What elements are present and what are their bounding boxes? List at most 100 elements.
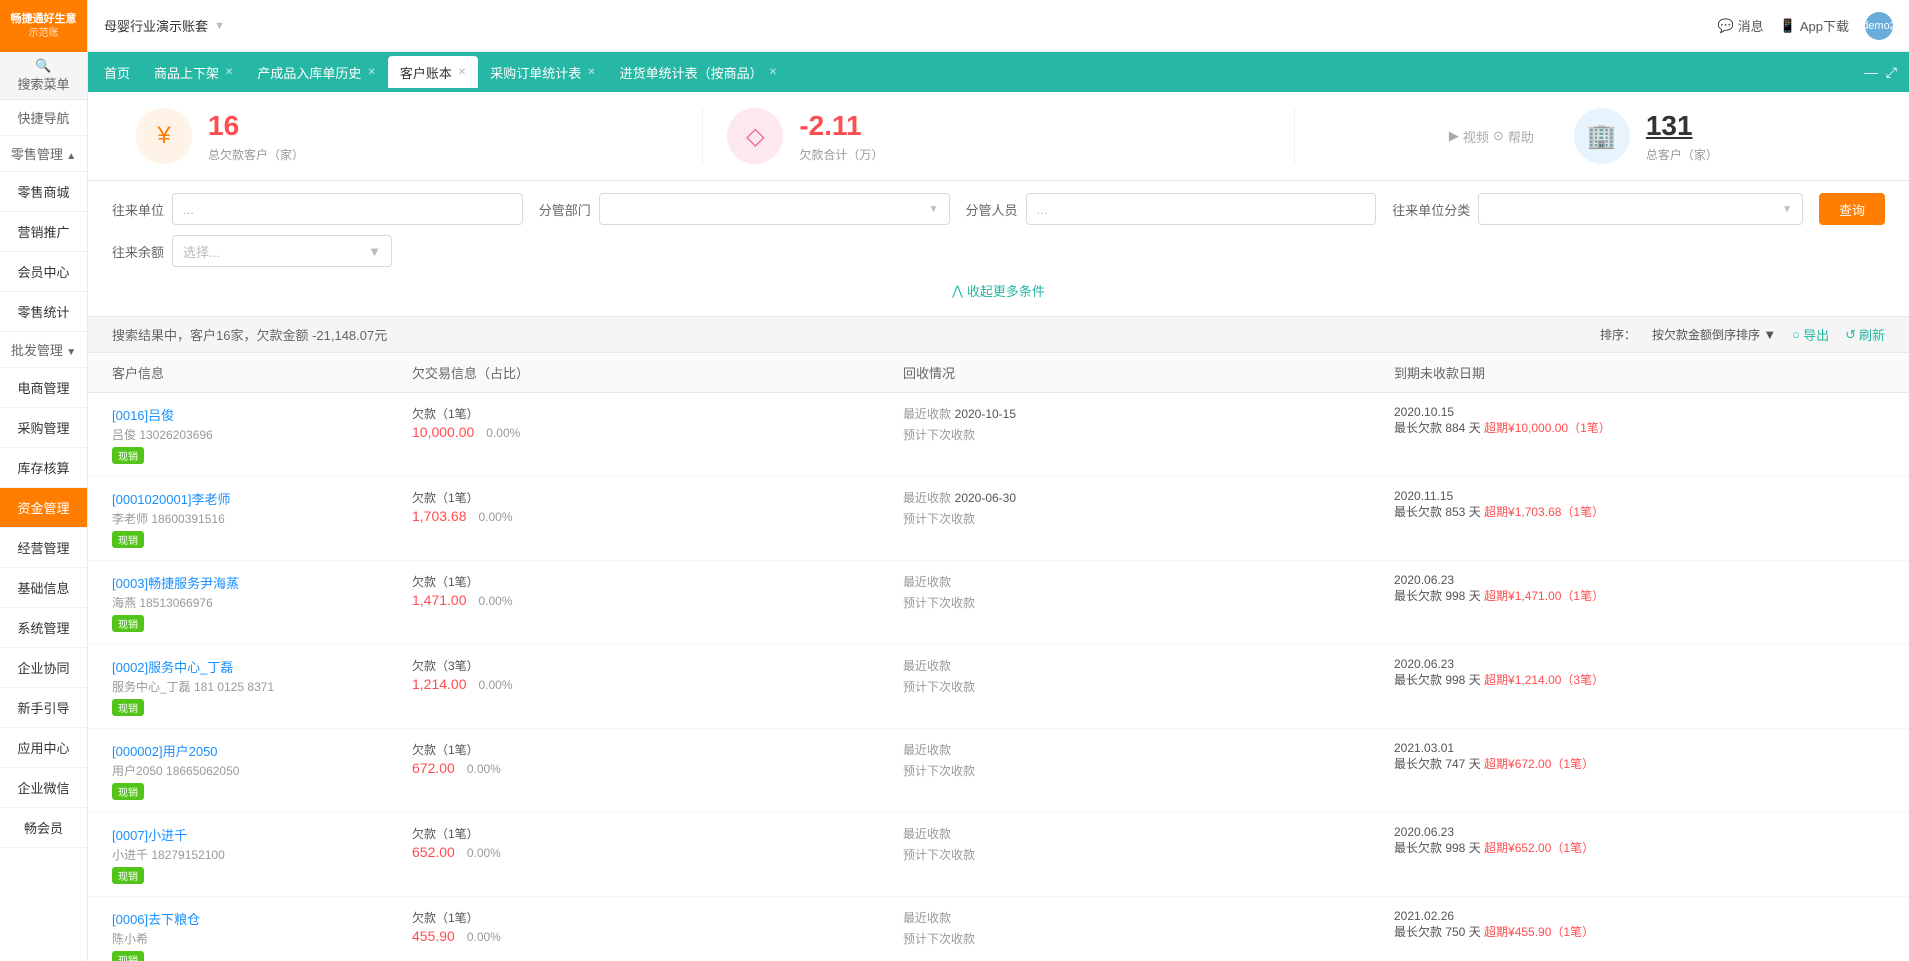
- overdue-amount[interactable]: 超期¥10,000.00（1笔）: [1484, 421, 1611, 435]
- sidebar-item-wholesale-mgmt[interactable]: 批发管理 ▼: [0, 332, 87, 368]
- help-icon[interactable]: ⊙: [1493, 128, 1504, 144]
- tab-customer-account[interactable]: 客户账本 ✕: [388, 56, 478, 88]
- customer-table: 客户信息 欠交易信息（占比） 回收情况 到期未收款日期 [0016]吕俊 吕俊 …: [88, 353, 1909, 961]
- avatar[interactable]: demo2: [1865, 12, 1893, 40]
- last-collect-row: 最近收款: [903, 909, 1394, 926]
- sidebar-item-app-center[interactable]: 应用中心: [0, 728, 87, 768]
- app-download-btn[interactable]: 📱 App下载: [1780, 16, 1849, 35]
- mobile-icon: 📱: [1780, 18, 1796, 34]
- sidebar-item-retail-mgmt[interactable]: 零售管理 ▲: [0, 136, 87, 172]
- tab-close-icon[interactable]: ✕: [769, 67, 777, 78]
- overdue-amount[interactable]: 超期¥1,703.68（1笔）: [1484, 505, 1604, 519]
- debt-row: 1,214.00 0.00%: [412, 674, 903, 692]
- video-icon[interactable]: ▶: [1449, 128, 1459, 144]
- table-row: [0002]服务中心_丁磊 服务中心_丁磊 181 0125 8371 现销 欠…: [88, 645, 1909, 729]
- sidebar-item-operations[interactable]: 经营管理: [0, 528, 87, 568]
- tab-close-icon[interactable]: ✕: [367, 67, 375, 78]
- debt-row: 1,471.00 0.00%: [412, 590, 903, 608]
- collapse-filter-btn[interactable]: ⋀ 收起更多条件: [112, 277, 1885, 304]
- sidebar-item-purchase-mgmt[interactable]: 采购管理: [0, 408, 87, 448]
- debt-percent: 0.00%: [467, 846, 501, 860]
- tab-incoming-stats[interactable]: 进货单统计表（按商品） ✕: [608, 56, 789, 88]
- tab-close-icon[interactable]: ✕: [225, 67, 233, 78]
- table-row: [0001020001]李老师 李老师 18600391516 现销 欠款（1笔…: [88, 477, 1909, 561]
- debt-percent: 0.00%: [467, 762, 501, 776]
- sidebar-item-guide[interactable]: 新手引导: [0, 688, 87, 728]
- due-date: 2020.10.15: [1394, 405, 1885, 419]
- tab-purchase-stats[interactable]: 采购订单统计表 ✕: [478, 56, 607, 88]
- filter-item-person: 分管人员 ...: [966, 193, 1377, 225]
- customer-name[interactable]: [0003]畅捷服务尹海蒸: [112, 573, 412, 592]
- refresh-btn[interactable]: ↺ 刷新: [1845, 325, 1885, 344]
- sidebar-item-quick-nav[interactable]: 快捷导航: [0, 100, 87, 136]
- sort-value[interactable]: 按欠款金额倒序排序 ▼: [1652, 326, 1776, 343]
- debt-amount: 10,000.00: [412, 424, 474, 440]
- sidebar-item-retail-stats[interactable]: 零售统计: [0, 292, 87, 332]
- debt-row: 652.00 0.00%: [412, 842, 903, 860]
- due-date: 2020.06.23: [1394, 573, 1885, 587]
- customer-contact: 陈小希: [112, 930, 412, 947]
- sidebar-item-weixin[interactable]: 企业微信: [0, 768, 87, 808]
- sidebar-item-search[interactable]: 🔍 搜索菜单: [0, 52, 87, 100]
- filter-input-person[interactable]: ...: [1026, 193, 1377, 225]
- debt-percent: 0.00%: [479, 678, 513, 692]
- customer-name[interactable]: [0016]吕俊: [112, 405, 412, 424]
- stat-help-icons: ▶ 视频 ⊙ 帮助: [1449, 127, 1534, 146]
- message-btn[interactable]: 💬 消息: [1717, 16, 1763, 35]
- sidebar-item-basic-info[interactable]: 基础信息: [0, 568, 87, 608]
- tab-close-icon[interactable]: ✕: [458, 67, 466, 78]
- overdue-amount[interactable]: 超期¥1,214.00（3笔）: [1484, 673, 1604, 687]
- company-selector[interactable]: 母婴行业演示账套 ▼: [104, 16, 225, 35]
- overdue-amount[interactable]: 超期¥1,471.00（1笔）: [1484, 589, 1604, 603]
- debt-label: 欠款（3笔）: [412, 657, 903, 674]
- sidebar-item-ecommerce[interactable]: 电商管理: [0, 368, 87, 408]
- sidebar-item-member2[interactable]: 畅会员: [0, 808, 87, 848]
- overdue-amount[interactable]: 超期¥455.90（1笔）: [1484, 925, 1594, 939]
- next-collect-label: 预计下次收款: [903, 678, 1394, 695]
- sidebar-item-member[interactable]: 会员中心: [0, 252, 87, 292]
- tab-maximize-btn[interactable]: ⤢: [1886, 64, 1897, 81]
- sidebar-item-inventory[interactable]: 库存核算: [0, 448, 87, 488]
- tab-product-onoff[interactable]: 商品上下架 ✕: [142, 56, 245, 88]
- sidebar-item-marketing[interactable]: 营销推广: [0, 212, 87, 252]
- customer-name[interactable]: [0006]去下粮仓: [112, 909, 412, 928]
- overdue-amount[interactable]: 超期¥672.00（1笔）: [1484, 757, 1594, 771]
- export-btn[interactable]: ○ 导出: [1792, 325, 1829, 344]
- tab-minimize-btn[interactable]: —: [1864, 64, 1878, 81]
- filter-input-dept[interactable]: ▼: [599, 193, 950, 225]
- overdue-amount[interactable]: 超期¥652.00（1笔）: [1484, 841, 1594, 855]
- sidebar-item-enterprise[interactable]: 企业协同: [0, 648, 87, 688]
- filter-item-balance: 往来余额 选择... ▼: [112, 235, 392, 267]
- due-date: 2021.03.01: [1394, 741, 1885, 755]
- debt-row: 672.00 0.00%: [412, 758, 903, 776]
- debt-info-cell: 欠款（1笔） 1,703.68 0.00%: [412, 489, 903, 524]
- debt-label: 欠款（1笔）: [412, 573, 903, 590]
- debt-amount: 1,214.00: [412, 676, 467, 692]
- col-header-customer: 客户信息: [112, 363, 412, 382]
- customer-contact: 吕俊 13026203696: [112, 426, 412, 443]
- customer-contact: 李老师 18600391516: [112, 510, 412, 527]
- tab-bar: 首页 商品上下架 ✕ 产成品入库单历史 ✕ 客户账本 ✕ 采购订单统计表 ✕ 进…: [88, 52, 1909, 92]
- chevron-down-icon: ▼: [1763, 327, 1776, 342]
- tab-product-history[interactable]: 产成品入库单历史 ✕: [245, 56, 387, 88]
- collect-info-cell: 最近收款 2020-10-15 预计下次收款: [903, 405, 1394, 443]
- query-button[interactable]: 查询: [1819, 193, 1885, 225]
- customer-name[interactable]: [000002]用户2050: [112, 741, 412, 760]
- filter-select-balance[interactable]: 选择... ▼: [172, 235, 392, 267]
- sidebar-item-system[interactable]: 系统管理: [0, 608, 87, 648]
- filter-input-unit[interactable]: ...: [172, 193, 523, 225]
- tab-home[interactable]: 首页: [92, 56, 142, 88]
- tab-close-icon[interactable]: ✕: [587, 67, 595, 78]
- customer-name[interactable]: [0002]服务中心_丁磊: [112, 657, 412, 676]
- logo-subtext: 示范账: [11, 27, 77, 40]
- next-collect-label: 预计下次收款: [903, 846, 1394, 863]
- filter-input-unit-type[interactable]: ▼: [1478, 193, 1803, 225]
- overdue-days: 最长欠款 998 天: [1394, 673, 1484, 687]
- sidebar-item-retail-shop[interactable]: 零售商城: [0, 172, 87, 212]
- customer-name[interactable]: [0007]小进千: [112, 825, 412, 844]
- customer-name[interactable]: [0001020001]李老师: [112, 489, 412, 508]
- customer-badge: 现销: [112, 699, 144, 716]
- sidebar-item-finance[interactable]: 资金管理: [0, 488, 87, 528]
- debt-row: 455.90 0.00%: [412, 926, 903, 944]
- due-date-cell: 2020.06.23 最长欠款 998 天 超期¥1,214.00（3笔）: [1394, 657, 1885, 688]
